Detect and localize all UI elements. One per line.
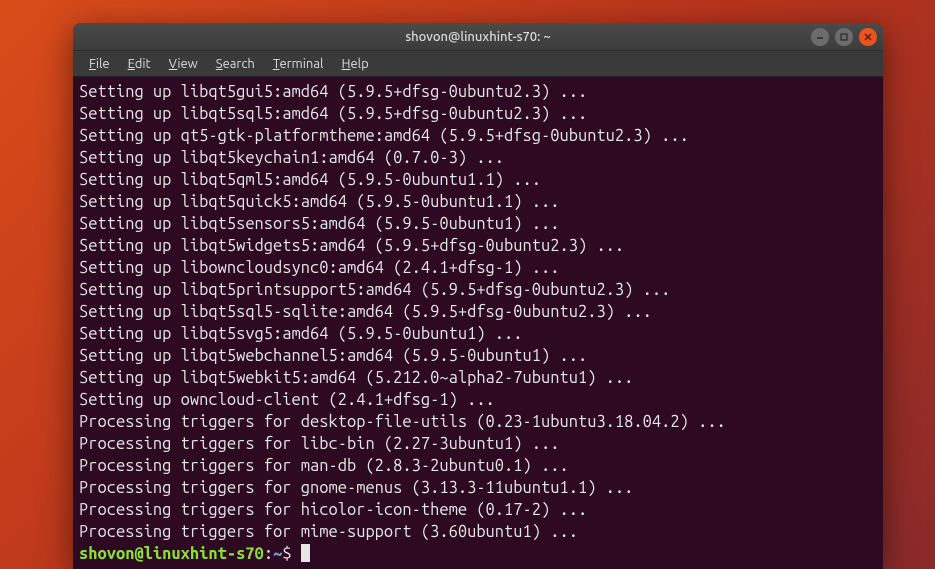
- menu-file[interactable]: File: [81, 54, 118, 74]
- output-line: Processing triggers for gnome-menus (3.1…: [79, 477, 877, 499]
- menu-edit[interactable]: Edit: [120, 54, 159, 74]
- terminal-window: shovon@linuxhint-s70: ~ File Edit View S…: [73, 23, 883, 569]
- output-line: Setting up libqt5widgets5:amd64 (5.9.5+d…: [79, 235, 877, 257]
- prompt-user-host: shovon@linuxhint-s70: [79, 545, 264, 563]
- menu-view[interactable]: View: [161, 54, 206, 74]
- output-line: Setting up libowncloudsync0:amd64 (2.4.1…: [79, 257, 877, 279]
- titlebar[interactable]: shovon@linuxhint-s70: ~: [73, 23, 883, 51]
- output-line: Setting up libqt5sql5-sqlite:amd64 (5.9.…: [79, 301, 877, 323]
- output-line: Setting up qt5-gtk-platformtheme:amd64 (…: [79, 125, 877, 147]
- output-line: Setting up libqt5sql5:amd64 (5.9.5+dfsg-…: [79, 103, 877, 125]
- prompt-symbol: $: [282, 545, 291, 563]
- output-line: Setting up libqt5webchannel5:amd64 (5.9.…: [79, 345, 877, 367]
- minimize-icon: [816, 33, 824, 41]
- output-line: Setting up libqt5keychain1:amd64 (0.7.0-…: [79, 147, 877, 169]
- minimize-button[interactable]: [811, 28, 829, 46]
- close-button[interactable]: [859, 28, 877, 46]
- menubar: File Edit View Search Terminal Help: [73, 51, 883, 77]
- menu-help[interactable]: Help: [333, 54, 376, 74]
- output-line: Setting up libqt5qml5:amd64 (5.9.5-0ubun…: [79, 169, 877, 191]
- window-title: shovon@linuxhint-s70: ~: [405, 30, 550, 44]
- terminal-output[interactable]: Setting up libqt5gui5:amd64 (5.9.5+dfsg-…: [73, 77, 883, 569]
- output-line: Setting up libqt5quick5:amd64 (5.9.5-0ub…: [79, 191, 877, 213]
- output-line: Setting up libqt5sensors5:amd64 (5.9.5-0…: [79, 213, 877, 235]
- output-line: Processing triggers for man-db (2.8.3-2u…: [79, 455, 877, 477]
- window-controls: [811, 28, 877, 46]
- maximize-button[interactable]: [835, 28, 853, 46]
- output-line: Setting up libqt5svg5:amd64 (5.9.5-0ubun…: [79, 323, 877, 345]
- prompt-path: ~: [273, 545, 282, 563]
- output-line: Setting up libqt5webkit5:amd64 (5.212.0~…: [79, 367, 877, 389]
- menu-search[interactable]: Search: [208, 54, 263, 74]
- output-line: Processing triggers for mime-support (3.…: [79, 521, 877, 543]
- close-icon: [864, 33, 872, 41]
- maximize-icon: [840, 33, 848, 41]
- prompt-separator: :: [264, 545, 273, 563]
- output-line: Processing triggers for hicolor-icon-the…: [79, 499, 877, 521]
- output-line: Processing triggers for desktop-file-uti…: [79, 411, 877, 433]
- menu-terminal[interactable]: Terminal: [265, 54, 332, 74]
- prompt-line: shovon@linuxhint-s70:~$: [79, 543, 877, 565]
- output-line: Setting up libqt5gui5:amd64 (5.9.5+dfsg-…: [79, 81, 877, 103]
- output-line: Processing triggers for libc-bin (2.27-3…: [79, 433, 877, 455]
- output-line: Setting up owncloud-client (2.4.1+dfsg-1…: [79, 389, 877, 411]
- output-line: Setting up libqt5printsupport5:amd64 (5.…: [79, 279, 877, 301]
- cursor-icon: [301, 544, 310, 562]
